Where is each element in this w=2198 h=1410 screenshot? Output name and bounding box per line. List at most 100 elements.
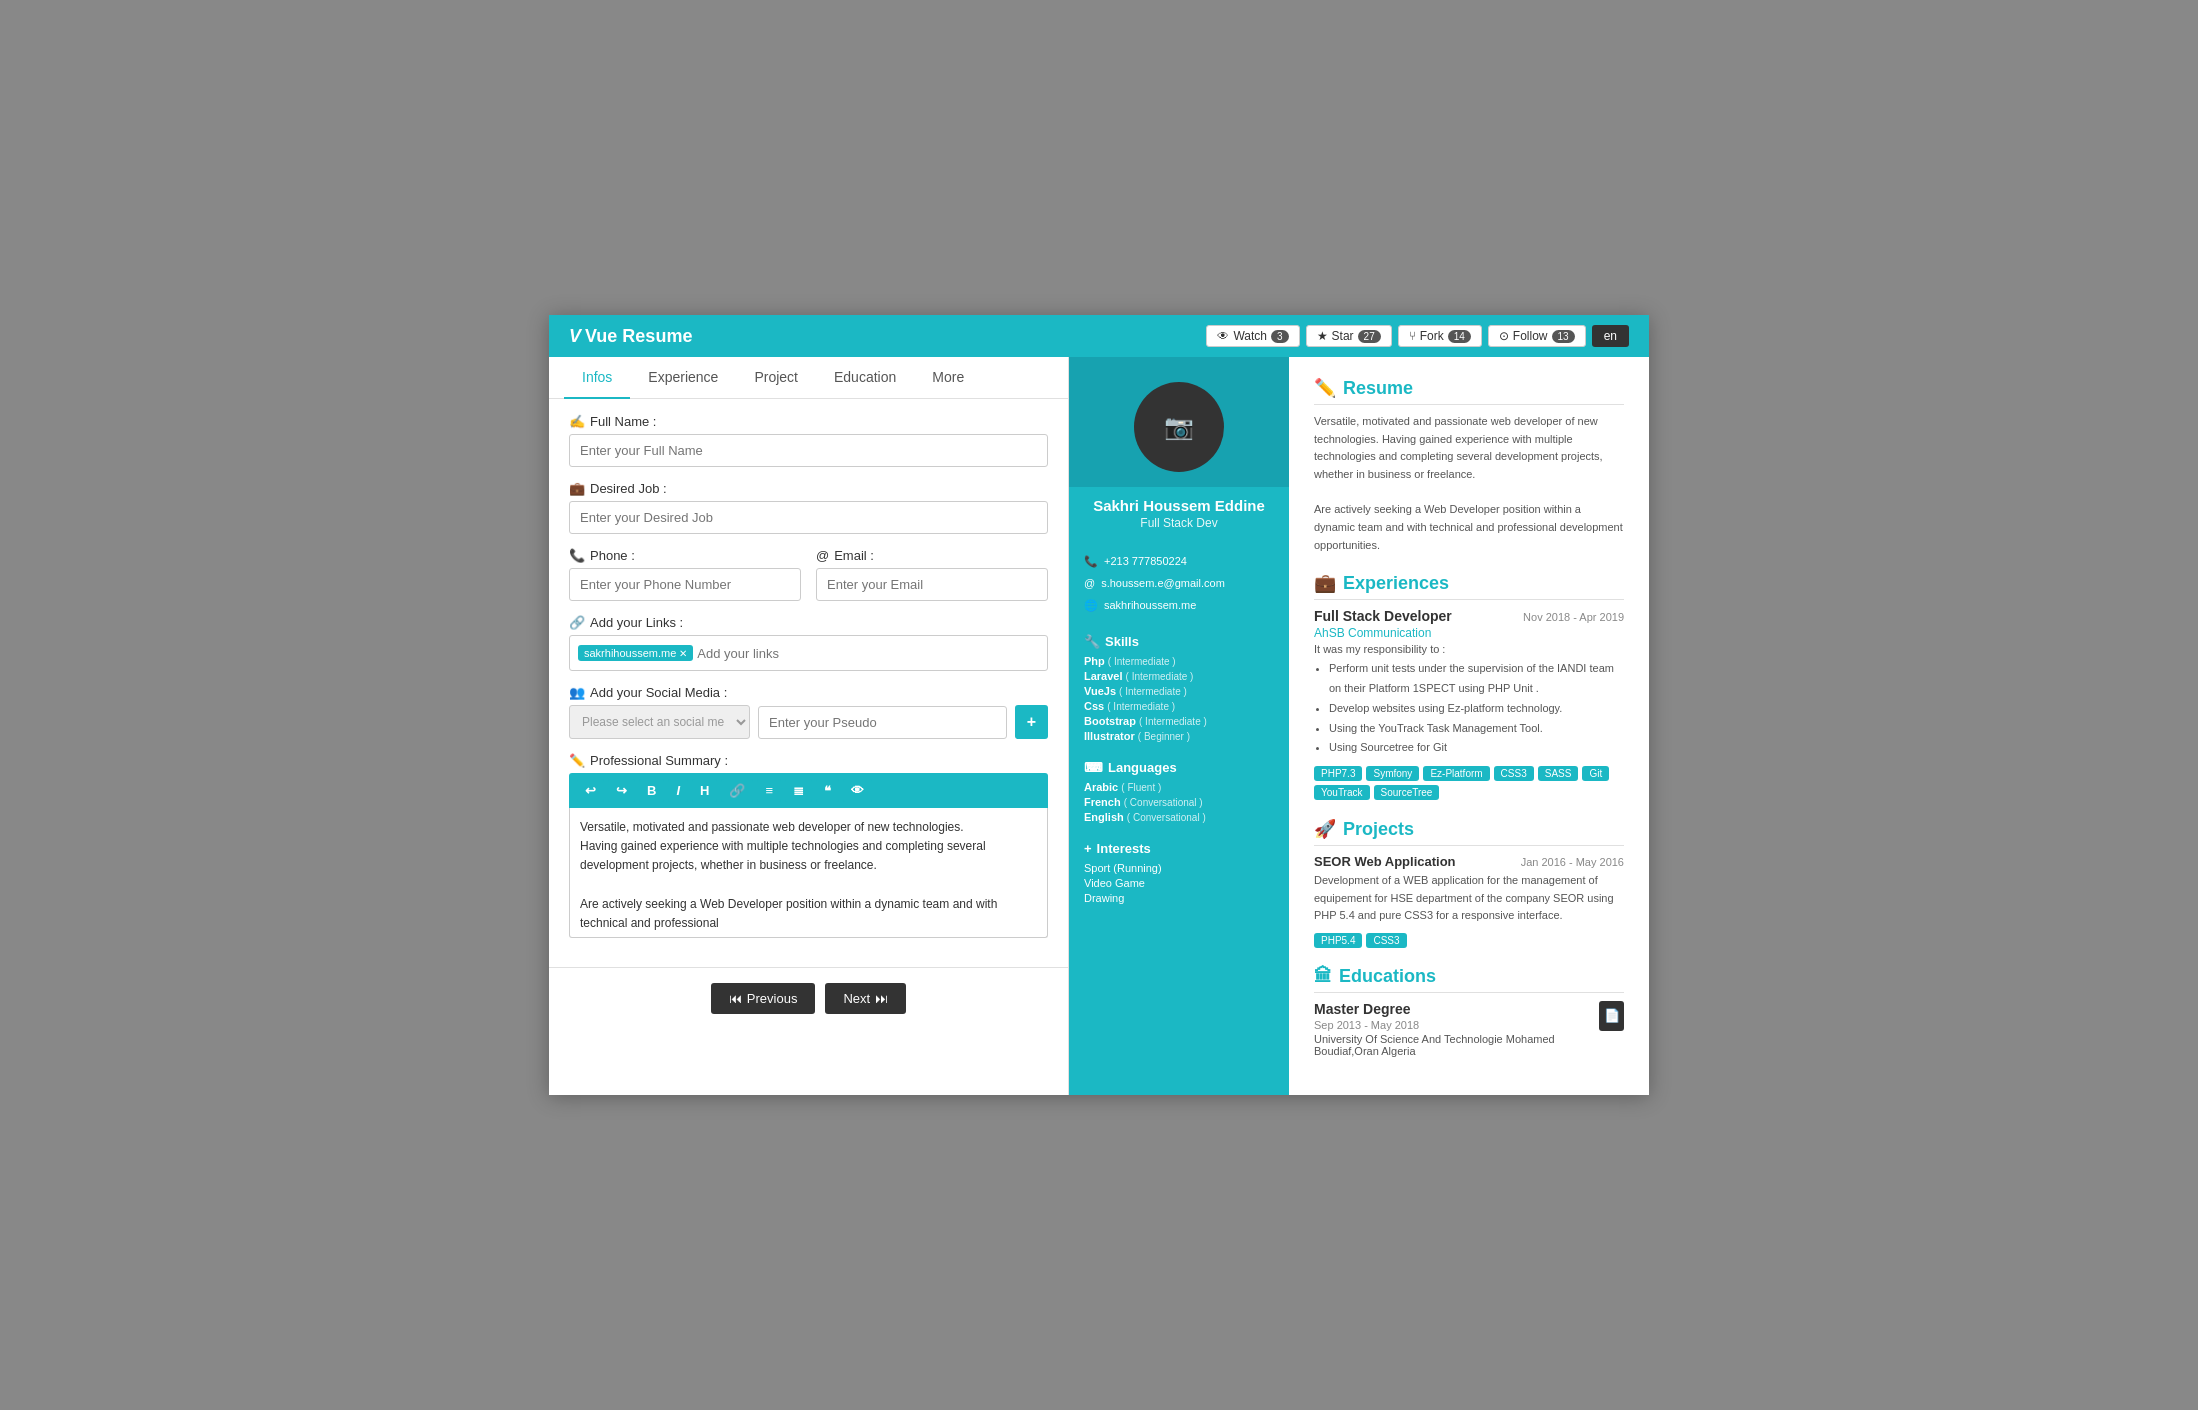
language-icon: ⌨: [1084, 760, 1103, 775]
edu-date: Sep 2013 - May 2018: [1314, 1019, 1599, 1031]
tab-infos[interactable]: Infos: [564, 357, 630, 399]
edu-icon: 📄: [1599, 1001, 1624, 1031]
phone-icon: 📞: [569, 548, 585, 563]
phone-group: 📞 Phone :: [569, 548, 801, 601]
cv-skill-item: Bootstrap ( Intermediate ): [1084, 715, 1274, 727]
summary-group: ✏️ Professional Summary : ↩ ↪ B I H 🔗 ≡ …: [569, 753, 1048, 938]
ordered-list-button[interactable]: ≡: [757, 779, 781, 802]
social-row: Please select an social me +: [569, 705, 1048, 739]
tag-php73: PHP7.3: [1314, 766, 1362, 781]
email-group: @ Email :: [816, 548, 1048, 601]
prev-icon: ⏮: [729, 991, 742, 1006]
undo-button[interactable]: ↩: [577, 779, 604, 802]
experience-item: Full Stack Developer Nov 2018 - Apr 2019…: [1314, 608, 1624, 800]
cv-email: @ s.houssem.e@gmail.com: [1084, 572, 1274, 594]
social-icon: 👥: [569, 685, 585, 700]
exp-company: AhSB Communication: [1314, 626, 1624, 640]
social-add-button[interactable]: +: [1015, 705, 1048, 739]
cv-skill-item: Css ( Intermediate ): [1084, 700, 1274, 712]
full-name-input[interactable]: [569, 434, 1048, 467]
tab-project[interactable]: Project: [736, 357, 816, 399]
resume-text2: Are actively seeking a Web Developer pos…: [1314, 501, 1624, 554]
redo-button[interactable]: ↪: [608, 779, 635, 802]
tab-experience[interactable]: Experience: [630, 357, 736, 399]
cv-contact: 📞 +213 777850224 @ s.houssem.e@gmail.com…: [1069, 542, 1289, 624]
follow-button[interactable]: ⊙ Follow 13: [1488, 325, 1586, 347]
watch-count: 3: [1271, 330, 1289, 343]
social-media-label: 👥 Add your Social Media :: [569, 685, 1048, 700]
edu-info: Master Degree Sep 2013 - May 2018 Univer…: [1314, 1001, 1599, 1057]
languages-title: ⌨ Languages: [1084, 760, 1274, 775]
phone-input[interactable]: [569, 568, 801, 601]
avatar: 📷: [1134, 382, 1224, 472]
social-select[interactable]: Please select an social me: [569, 705, 750, 739]
cv-sidebar: 📷 Sakhri Houssem Eddine Full Stack Dev 📞…: [1069, 357, 1289, 1095]
star-button[interactable]: ★ Star 27: [1306, 325, 1392, 347]
v-icon: V: [569, 326, 581, 347]
bullet-item: Develop websites using Ez-platform techn…: [1329, 699, 1624, 719]
app-container: V Vue Resume 👁 Watch 3 ★ Star 27 ⑂ Fork …: [549, 315, 1649, 1095]
project-tags: PHP5.4 CSS3: [1314, 933, 1624, 948]
tag-close-icon[interactable]: ✕: [679, 648, 687, 659]
resume-text1: Versatile, motivated and passionate web …: [1314, 413, 1624, 483]
link-icon: 🔗: [569, 615, 585, 630]
watch-button[interactable]: 👁 Watch 3: [1206, 325, 1299, 347]
fork-button[interactable]: ⑂ Fork 14: [1398, 325, 1482, 347]
previous-button[interactable]: ⏮ Previous: [711, 983, 816, 1014]
desired-job-input[interactable]: [569, 501, 1048, 534]
avatar-area: 📷: [1069, 357, 1289, 487]
exp-date: Nov 2018 - Apr 2019: [1523, 611, 1624, 623]
heading-button[interactable]: H: [692, 779, 717, 802]
links-text-input[interactable]: [697, 646, 1039, 661]
tag-sass: SASS: [1538, 766, 1579, 781]
editor-content[interactable]: Versatile, motivated and passionate web …: [569, 808, 1048, 938]
bullet-item: Using the YouTrack Task Management Tool.: [1329, 719, 1624, 739]
main-layout: Infos Experience Project Education More …: [549, 357, 1649, 1095]
tag-php54: PHP5.4: [1314, 933, 1362, 948]
italic-button[interactable]: I: [668, 779, 688, 802]
wrench-icon: 🔧: [1084, 634, 1100, 649]
bold-button[interactable]: B: [639, 779, 664, 802]
pseudo-input[interactable]: [758, 706, 1007, 739]
cv-lang-item: French ( Conversational ): [1084, 796, 1274, 808]
quote-button[interactable]: ❝: [816, 779, 839, 802]
cv-interest-item: Drawing: [1084, 892, 1274, 904]
project-item: SEOR Web Application Jan 2016 - May 2016…: [1314, 854, 1624, 948]
cv-website: 🌐 sakhrihoussem.me: [1084, 594, 1274, 616]
follow-count: 13: [1552, 330, 1575, 343]
next-button[interactable]: Next ⏭: [825, 983, 906, 1014]
link-button[interactable]: 🔗: [721, 779, 753, 802]
preview-button[interactable]: 👁: [843, 779, 872, 802]
follow-label: Follow: [1513, 329, 1548, 343]
cv-lang-item: English ( Conversational ): [1084, 811, 1274, 823]
fork-count: 14: [1448, 330, 1471, 343]
email-icon: @: [816, 548, 829, 563]
links-input-container[interactable]: sakrhihoussem.me ✕: [569, 635, 1048, 671]
cv-skill-item: Php ( Intermediate ): [1084, 655, 1274, 667]
user-icon: ✍: [569, 414, 585, 429]
cv-skill-item: VueJs ( Intermediate ): [1084, 685, 1274, 697]
github-icon: ⊙: [1499, 329, 1509, 343]
star-label: Star: [1332, 329, 1354, 343]
at-icon: @: [1084, 572, 1095, 594]
tag-youtrack: YouTrack: [1314, 785, 1370, 800]
language-button[interactable]: en: [1592, 325, 1629, 347]
cv-skill-item: Illustrator ( Beginner ): [1084, 730, 1274, 742]
tag-symfony: Symfony: [1366, 766, 1419, 781]
nav-buttons: ⏮ Previous Next ⏭: [549, 967, 1068, 1029]
tab-more[interactable]: More: [914, 357, 982, 399]
edu-school: University Of Science And Technologie Mo…: [1314, 1033, 1599, 1057]
email-input[interactable]: [816, 568, 1048, 601]
unordered-list-button[interactable]: ≣: [785, 779, 812, 802]
cv-interest-item: Sport (Running): [1084, 862, 1274, 874]
email-label: @ Email :: [816, 548, 1048, 563]
full-name-label: ✍ Full Name :: [569, 414, 1048, 429]
social-media-group: 👥 Add your Social Media : Please select …: [569, 685, 1048, 739]
graduation-icon: 🏛: [1314, 966, 1332, 987]
exp-bullets: Perform unit tests under the supervision…: [1314, 659, 1624, 758]
project-date: Jan 2016 - May 2016: [1521, 856, 1624, 868]
star-icon: ★: [1317, 329, 1328, 343]
tab-education[interactable]: Education: [816, 357, 914, 399]
cv-languages-section: ⌨ Languages Arabic ( Fluent ) French ( C…: [1069, 750, 1289, 831]
fork-icon: ⑂: [1409, 329, 1416, 343]
